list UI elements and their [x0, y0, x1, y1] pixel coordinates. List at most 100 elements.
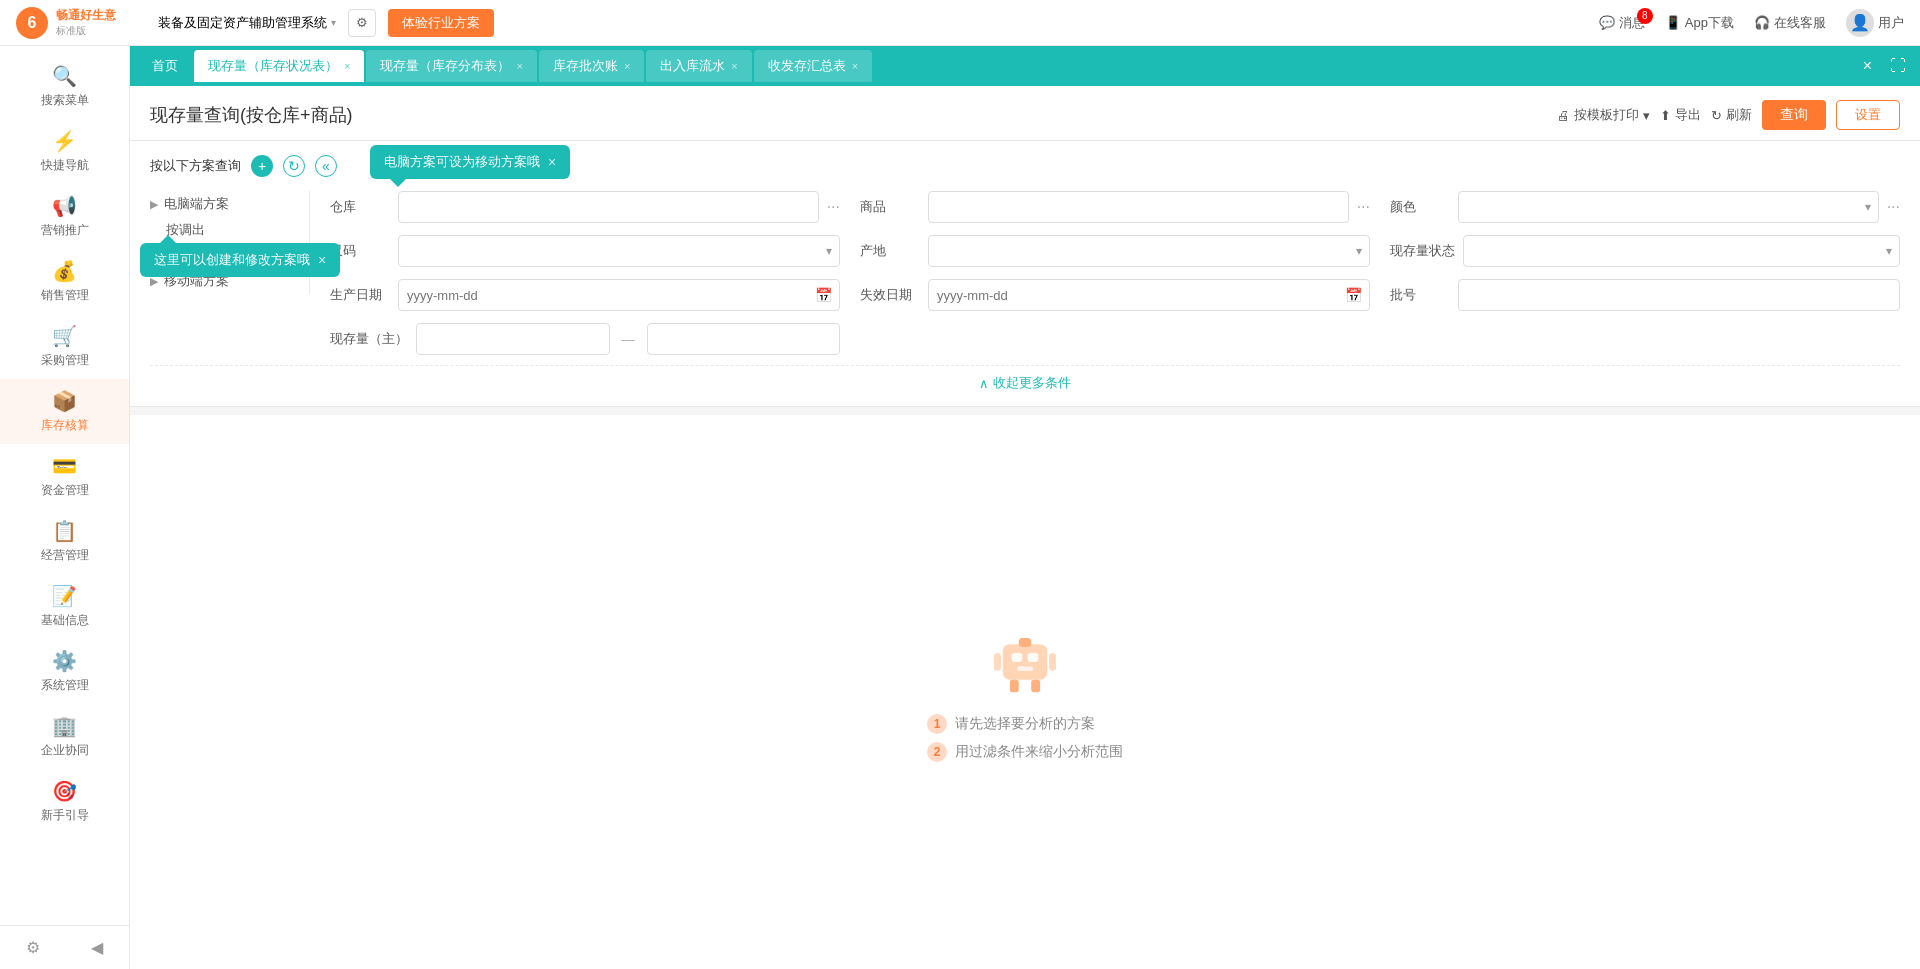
expiry-date-wrap: 📅 — [928, 279, 1370, 311]
scheme-computer[interactable]: ▶ 电脑端方案 — [150, 191, 293, 217]
filter-row-stock-status: 现存量状态 — [1390, 235, 1900, 267]
sidebar-item-nav[interactable]: ⚡ 快捷导航 — [0, 119, 129, 184]
color-select[interactable] — [1458, 191, 1879, 223]
filter-row-origin: 产地 — [860, 235, 1370, 267]
chevron-print-icon: ▾ — [1643, 108, 1650, 123]
batch-input[interactable] — [1458, 279, 1900, 311]
filter-top-row: 按以下方案查询 + ↻ « 电脑方案可设为移动方案哦 × — [150, 155, 1900, 177]
filter-body: ▶ 电脑端方案 按调出 折 按调出 ▶ 移动端方案 — [150, 191, 1900, 355]
tab-inventory-status-label: 现存量（库存状况表） — [208, 57, 338, 75]
tab-inventory-dist-close[interactable]: × — [516, 60, 522, 72]
industry-button[interactable]: 体验行业方案 — [388, 9, 494, 37]
sidebar-item-enterprise[interactable]: 🏢 企业协同 — [0, 704, 129, 769]
app-download-item[interactable]: 📱 App下载 — [1665, 14, 1734, 32]
goods-input[interactable] — [928, 191, 1349, 223]
sidebar-label-purchase: 采购管理 — [41, 352, 89, 369]
page-header: 现存量查询(按仓库+商品) 🖨 按模板打印 ▾ ⬆ 导出 ↻ — [130, 86, 1920, 141]
tab-inventory-dist[interactable]: 现存量（库存分布表） × — [366, 50, 536, 82]
tab-receive-summary[interactable]: 收发存汇总表 × — [754, 50, 872, 82]
sidebar-label-nav: 快捷导航 — [41, 157, 89, 174]
reset-button[interactable]: 设置 — [1836, 100, 1900, 130]
tab-receive-summary-close[interactable]: × — [852, 60, 858, 72]
tab-flow[interactable]: 出入库流水 × — [646, 50, 751, 82]
tab-inventory-status[interactable]: 现存量（库存状况表） × — [194, 50, 364, 82]
logo-icon: 6 — [16, 7, 48, 39]
tab-home-label: 首页 — [152, 57, 178, 75]
sidebar-item-guide[interactable]: 🎯 新手引导 — [0, 769, 129, 834]
online-service-item[interactable]: 🎧 在线客服 — [1754, 14, 1826, 32]
print-button[interactable]: 🖨 按模板打印 ▾ — [1557, 106, 1650, 124]
sidebar-item-system[interactable]: ⚙️ 系统管理 — [0, 639, 129, 704]
tab-batch-account-close[interactable]: × — [624, 60, 630, 72]
chevron-down-icon: ▾ — [331, 17, 336, 28]
filter-row-prod-date: 生产日期 📅 — [330, 279, 840, 311]
prod-date-calendar-icon[interactable]: 📅 — [815, 287, 832, 303]
sidebar-item-purchase[interactable]: 🛒 采购管理 — [0, 314, 129, 379]
tooltip2-close[interactable]: × — [318, 252, 326, 268]
refresh-button[interactable]: ↻ 刷新 — [1711, 106, 1752, 124]
filter-section: 按以下方案查询 + ↻ « 电脑方案可设为移动方案哦 × — [130, 141, 1920, 407]
tab-batch-account[interactable]: 库存批次账 × — [539, 50, 644, 82]
filter-refresh-btn[interactable]: ↻ — [283, 155, 305, 177]
tab-flow-label: 出入库流水 — [660, 57, 725, 75]
stock-main-to-input[interactable] — [647, 323, 841, 355]
tabs-bar-actions: × ⛶ — [1857, 55, 1912, 77]
expiry-date-calendar-icon[interactable]: 📅 — [1345, 287, 1362, 303]
tooltip2-arrow — [160, 235, 176, 243]
filter-fields: 仓库 ··· 商品 ··· 颜色 — [330, 191, 1900, 355]
tooltip1-close[interactable]: × — [548, 154, 556, 170]
color-dots-icon[interactable]: ··· — [1887, 198, 1900, 216]
sidebar-item-operations[interactable]: 📋 经营管理 — [0, 509, 129, 574]
tab-close-all-btn[interactable]: × — [1857, 55, 1878, 77]
box-icon: 📦 — [52, 389, 77, 413]
app-container: 6 畅通好生意 标准版 装备及固定资产辅助管理系统 ▾ ⚙ 体验行业方案 💬 消… — [0, 0, 1920, 969]
clipboard-icon: 📋 — [52, 519, 77, 543]
origin-select[interactable] — [928, 235, 1370, 267]
sidebar-item-inventory[interactable]: 📦 库存核算 — [0, 379, 129, 444]
message-badge: 8 — [1637, 8, 1653, 24]
tab-home[interactable]: 首页 — [138, 50, 192, 82]
tab-fullscreen-btn[interactable]: ⛶ — [1884, 55, 1912, 77]
sidebar-item-basic[interactable]: 📝 基础信息 — [0, 574, 129, 639]
user-item[interactable]: 👤 用户 — [1846, 9, 1904, 37]
sidebar-collapse-btn[interactable]: ◀ — [91, 938, 103, 957]
goods-dots-icon[interactable]: ··· — [1357, 198, 1370, 216]
expiry-date-input[interactable] — [928, 279, 1370, 311]
query-button[interactable]: 查询 — [1762, 100, 1826, 130]
stock-main-from-input[interactable] — [416, 323, 610, 355]
card-icon: 💳 — [52, 454, 77, 478]
collapse-row[interactable]: ∧ 收起更多条件 — [150, 365, 1900, 400]
sidebar-item-marketing[interactable]: 📢 营销推广 — [0, 184, 129, 249]
sidebar-bottom: ⚙ ◀ — [0, 925, 129, 969]
export-button[interactable]: ⬆ 导出 — [1660, 106, 1701, 124]
tab-flow-close[interactable]: × — [731, 60, 737, 72]
sidebar-settings-btn[interactable]: ⚙ — [26, 938, 40, 957]
expiry-date-label: 失效日期 — [860, 286, 920, 304]
svg-rect-2 — [1028, 653, 1039, 662]
message-item[interactable]: 💬 消息 8 — [1599, 14, 1645, 32]
settings-icon[interactable]: ⚙ — [348, 9, 376, 37]
tooltip2: 这里可以创建和修改方案哦 × — [140, 243, 340, 277]
sidebar-item-assets[interactable]: 💳 资金管理 — [0, 444, 129, 509]
filter-add-button[interactable]: + — [251, 155, 273, 177]
system-name-dropdown[interactable]: 装备及固定资产辅助管理系统 ▾ — [158, 14, 336, 32]
sidebar-item-sales[interactable]: 💰 销售管理 — [0, 249, 129, 314]
warehouse-label: 仓库 — [330, 198, 390, 216]
scheme-computer-label: 电脑端方案 — [164, 195, 229, 213]
prod-date-input[interactable] — [398, 279, 840, 311]
filter-row-stock-main: 现存量（主） — — [330, 323, 840, 355]
sidebar-label-enterprise: 企业协同 — [41, 742, 89, 759]
tooltip1-arrow — [390, 179, 406, 187]
target-icon: 🎯 — [52, 779, 77, 803]
phone-icon: 📱 — [1665, 15, 1681, 30]
warehouse-dots-icon[interactable]: ··· — [827, 198, 840, 216]
sidebar-item-search[interactable]: 🔍 搜索菜单 — [0, 54, 129, 119]
filter-back-btn[interactable]: « — [315, 155, 337, 177]
step1-text: 请先选择要分析的方案 — [955, 715, 1095, 733]
warehouse-input[interactable] — [398, 191, 819, 223]
tab-inventory-status-close[interactable]: × — [344, 60, 350, 72]
size-select[interactable] — [398, 235, 840, 267]
sidebar: 🔍 搜索菜单 ⚡ 快捷导航 📢 营销推广 💰 销售管理 🛒 采购管理 — [0, 46, 130, 969]
tab-batch-account-label: 库存批次账 — [553, 57, 618, 75]
stock-status-select[interactable] — [1463, 235, 1900, 267]
